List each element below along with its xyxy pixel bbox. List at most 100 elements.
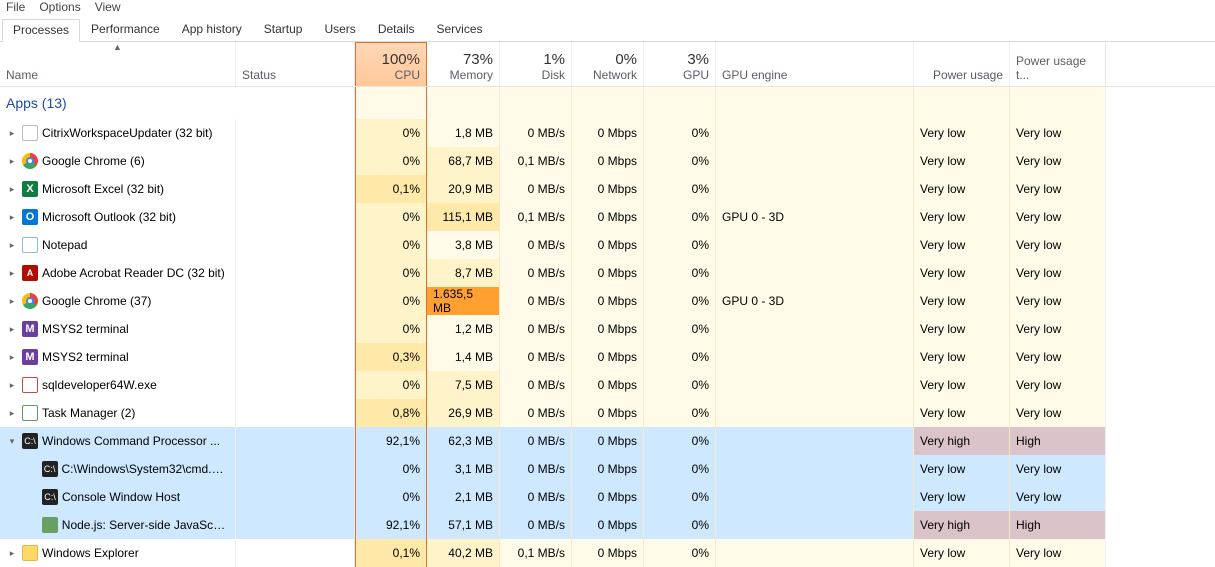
cell-disk: 0 MB/s	[500, 315, 572, 343]
process-row[interactable]: ▸sqldeveloper64W.exe0%7,5 MB0 MB/s0 Mbps…	[0, 371, 1215, 399]
col-header-status[interactable]: Status	[236, 42, 355, 86]
cell-pwr: Very low	[914, 371, 1010, 399]
process-row[interactable]: ▸MMSYS2 terminal0%1,2 MB0 MB/s0 Mbps0%Ve…	[0, 315, 1215, 343]
process-row[interactable]: ▸Task Manager (2)0,8%26,9 MB0 MB/s0 Mbps…	[0, 399, 1215, 427]
process-name: Windows Explorer	[42, 546, 139, 560]
section-pwrt-blank	[1010, 87, 1106, 119]
process-row[interactable]: ▸MMSYS2 terminal0,3%1,4 MB0 MB/s0 Mbps0%…	[0, 343, 1215, 371]
col-header-disk[interactable]: 1% Disk	[500, 42, 572, 86]
col-header-pwr[interactable]: Power usage	[914, 42, 1010, 86]
cell-mem: 1,8 MB	[427, 119, 500, 147]
col-header-cpu[interactable]: 100% CPU	[355, 42, 427, 86]
cell-net: 0 Mbps	[572, 371, 644, 399]
cell-gpueng	[716, 399, 914, 427]
process-row[interactable]: ▸Node.js: Server-side JavaScript92,1%57,…	[0, 511, 1215, 539]
cell-pwr: Very low	[914, 203, 1010, 231]
cell-gpueng	[716, 371, 914, 399]
process-row[interactable]: ▸CitrixWorkspaceUpdater (32 bit)0%1,8 MB…	[0, 119, 1215, 147]
cell-name: ▸Notepad	[0, 231, 236, 259]
process-row[interactable]: ▸Windows Explorer0,1%40,2 MB0,1 MB/s0 Mb…	[0, 539, 1215, 567]
section-apps: Apps (13)	[0, 87, 1215, 119]
cell-net: 0 Mbps	[572, 511, 644, 539]
gpu-pct: 3%	[687, 51, 709, 68]
cell-mem: 7,5 MB	[427, 371, 500, 399]
chevron-right-icon[interactable]: ▸	[6, 156, 18, 167]
process-row[interactable]: ▸XMicrosoft Excel (32 bit)0,1%20,9 MB0 M…	[0, 175, 1215, 203]
process-row[interactable]: ▸AAdobe Acrobat Reader DC (32 bit)0%8,7 …	[0, 259, 1215, 287]
cell-pwrt: Very low	[1010, 483, 1106, 511]
process-row[interactable]: ▸Google Chrome (6)0%68,7 MB0,1 MB/s0 Mbp…	[0, 147, 1215, 175]
cell-name: ▸MMSYS2 terminal	[0, 343, 236, 371]
menu-file[interactable]: File	[6, 0, 25, 14]
menu-view[interactable]: View	[95, 0, 121, 14]
cell-disk: 0 MB/s	[500, 119, 572, 147]
chevron-right-icon[interactable]: ▸	[6, 380, 18, 391]
cell-status	[236, 259, 355, 287]
menu-options[interactable]: Options	[39, 0, 80, 14]
process-row[interactable]: ▸C:\Console Window Host0%2,1 MB0 MB/s0 M…	[0, 483, 1215, 511]
col-header-mem[interactable]: 73% Memory	[427, 42, 500, 86]
cell-disk: 0,1 MB/s	[500, 203, 572, 231]
process-row[interactable]: ▸C:\C:\Windows\System32\cmd.exe0%3,1 MB0…	[0, 455, 1215, 483]
cell-gpueng	[716, 259, 914, 287]
cell-net: 0 Mbps	[572, 539, 644, 567]
chevron-right-icon[interactable]: ▸	[6, 296, 18, 307]
cell-mem: 57,1 MB	[427, 511, 500, 539]
cell-pwrt: Very low	[1010, 231, 1106, 259]
cell-gpueng	[716, 147, 914, 175]
col-header-name[interactable]: ▲ Name	[0, 42, 236, 86]
cell-status	[236, 455, 355, 483]
cell-cpu cpu-hot: 0%	[355, 147, 427, 175]
cell-disk: 0 MB/s	[500, 287, 572, 315]
tab-details[interactable]: Details	[367, 18, 426, 41]
chevron-right-icon[interactable]: ▸	[6, 548, 18, 559]
cell-net: 0 Mbps	[572, 231, 644, 259]
col-header-gpu[interactable]: 3% GPU	[644, 42, 716, 86]
section-apps-label[interactable]: Apps (13)	[0, 87, 236, 119]
chevron-right-icon[interactable]: ▸	[6, 128, 18, 139]
process-row[interactable]: ▾C:\Windows Command Processor ...92,1%62…	[0, 427, 1215, 455]
col-header-pwrt[interactable]: Power usage t...	[1010, 42, 1106, 86]
cell-cpu cpu-hot: 0,1%	[355, 539, 427, 567]
cell-net: 0 Mbps	[572, 455, 644, 483]
cell-mem: 8,7 MB	[427, 259, 500, 287]
section-mem-blank	[427, 87, 500, 119]
cell-gpu: 0%	[644, 343, 716, 371]
gpu-label: GPU	[683, 68, 709, 82]
cell-pwr: Very low	[914, 483, 1010, 511]
cell-pwrt: Very low	[1010, 147, 1106, 175]
tab-processes[interactable]: Processes	[2, 19, 80, 42]
chevron-right-icon[interactable]: ▸	[6, 184, 18, 195]
tmgr-icon	[22, 405, 38, 421]
process-row[interactable]: ▸Google Chrome (37)0%1.635,5 MB0 MB/s0 M…	[0, 287, 1215, 315]
tab-app-history[interactable]: App history	[171, 18, 253, 41]
cell-name: ▸C:\Console Window Host	[0, 483, 236, 511]
chevron-right-icon[interactable]: ▸	[6, 352, 18, 363]
tab-startup[interactable]: Startup	[253, 18, 314, 41]
process-name: Windows Command Processor ...	[42, 434, 220, 448]
cell-pwrt: Very low	[1010, 343, 1106, 371]
chevron-right-icon[interactable]: ▸	[6, 240, 18, 251]
chevron-right-icon[interactable]: ▸	[6, 212, 18, 223]
pwr-label: Power usage	[933, 68, 1003, 82]
process-row[interactable]: ▸OMicrosoft Outlook (32 bit)0%115,1 MB0,…	[0, 203, 1215, 231]
cell-status	[236, 511, 355, 539]
cell-disk: 0 MB/s	[500, 455, 572, 483]
col-header-gpueng[interactable]: GPU engine	[716, 42, 914, 86]
tab-users[interactable]: Users	[313, 18, 366, 41]
chevron-down-icon[interactable]: ▾	[6, 436, 18, 447]
tab-services[interactable]: Services	[426, 18, 494, 41]
cell-net: 0 Mbps	[572, 399, 644, 427]
process-row[interactable]: ▸Notepad0%3,8 MB0 MB/s0 Mbps0%Very lowVe…	[0, 231, 1215, 259]
chevron-right-icon[interactable]: ▸	[6, 408, 18, 419]
cell-mem: 20,9 MB	[427, 175, 500, 203]
col-header-net[interactable]: 0% Network	[572, 42, 644, 86]
chevron-right-icon[interactable]: ▸	[6, 268, 18, 279]
tab-performance[interactable]: Performance	[80, 18, 171, 41]
cell-net: 0 Mbps	[572, 203, 644, 231]
cell-gpueng	[716, 231, 914, 259]
chevron-right-icon[interactable]: ▸	[6, 324, 18, 335]
cell-cpu cpu-hot: 0%	[355, 483, 427, 511]
outlook-icon: O	[22, 209, 38, 225]
cell-mem: 115,1 MB	[427, 203, 500, 231]
